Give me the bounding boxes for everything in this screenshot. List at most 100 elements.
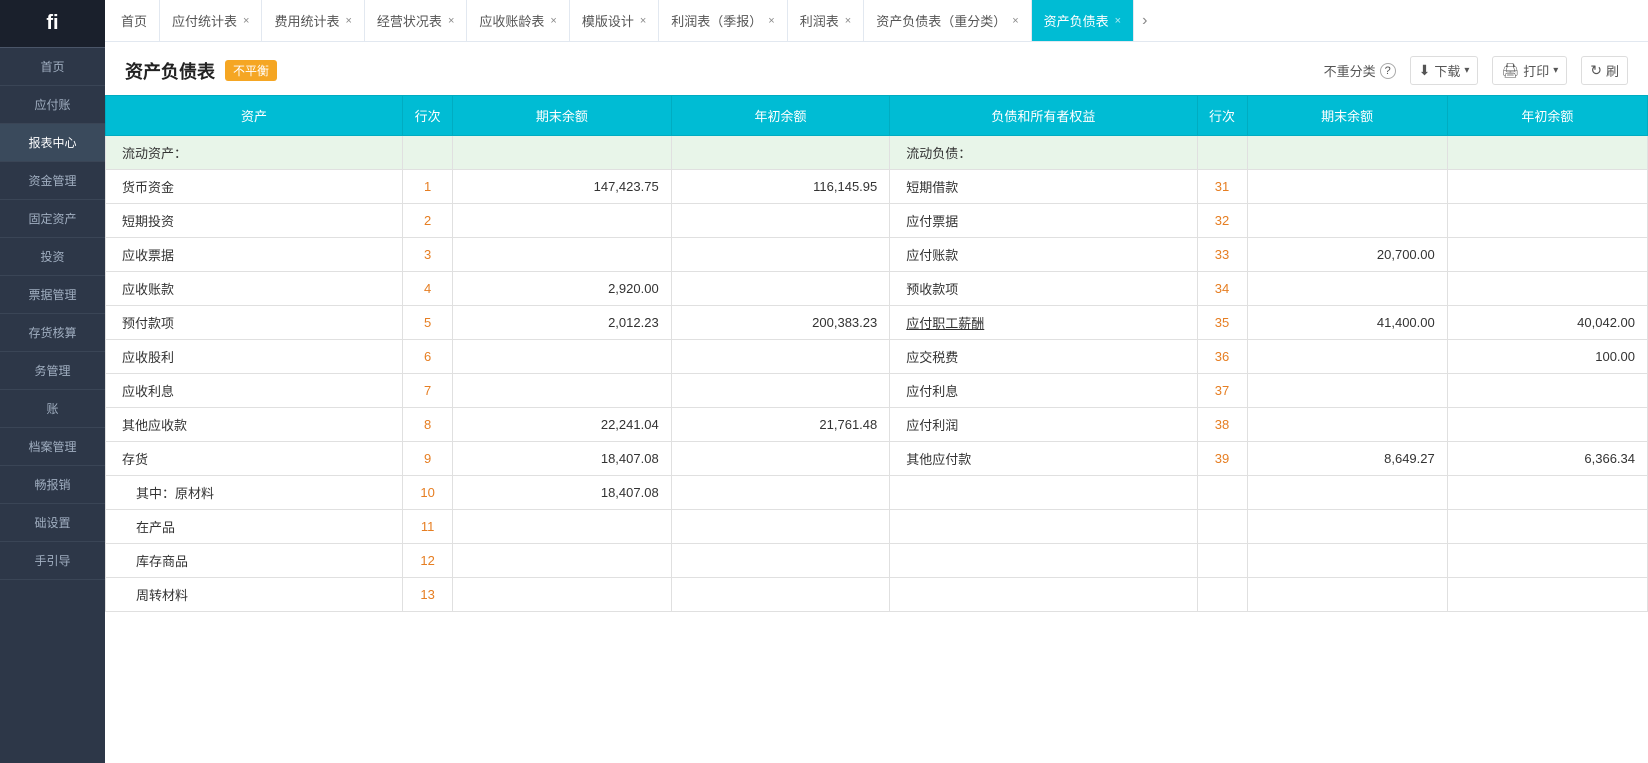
table-row: 应收票据 3 应付账款 33 20,700.00 (106, 238, 1648, 272)
asset-name: 其中：原材料 (106, 476, 403, 510)
liability-end-balance (1247, 374, 1447, 408)
liability-end-balance (1247, 544, 1447, 578)
print-button[interactable]: 🖨 打印 ▾ (1492, 56, 1567, 85)
sidebar-item-invest[interactable]: 投资 (0, 238, 105, 276)
asset-end-balance (453, 238, 672, 272)
asset-begin-balance: 21,761.48 (671, 408, 890, 442)
tab-balance-reclassified-close[interactable]: × (1012, 15, 1018, 27)
section-right-label: 流动负债： (890, 136, 1197, 170)
download-button[interactable]: ⬇ 下载 ▾ (1410, 56, 1479, 85)
tab-home[interactable]: 首页 (109, 0, 160, 42)
tab-payable-stat[interactable]: 应付统计表 × (160, 0, 262, 42)
help-icon[interactable]: ? (1380, 63, 1396, 79)
asset-row-num: 2 (403, 204, 453, 238)
asset-name: 短期投资 (106, 204, 403, 238)
print-icon: 🖨 (1501, 62, 1519, 79)
tab-balance-sheet-close[interactable]: × (1115, 15, 1121, 27)
table-row: 在产品 11 (106, 510, 1648, 544)
table-row: 应收股利 6 应交税费 36 100.00 (106, 340, 1648, 374)
asset-name: 预付款项 (106, 306, 403, 340)
tab-balance-sheet[interactable]: 资产负债表 × (1032, 0, 1134, 42)
liability-name: 应付票据 (890, 204, 1197, 238)
liability-name: 预收款项 (890, 272, 1197, 306)
refresh-icon: ↻ (1590, 62, 1602, 79)
print-label: 打印 (1523, 61, 1549, 80)
tab-balance-reclassified[interactable]: 资产负债表（重分类） × (864, 0, 1031, 42)
asset-row-num: 5 (403, 306, 453, 340)
asset-end-balance (453, 204, 672, 238)
sidebar-item-home[interactable]: 首页 (0, 48, 105, 86)
asset-begin-balance (671, 272, 890, 306)
asset-begin-balance: 116,145.95 (671, 170, 890, 204)
liability-end-balance (1247, 510, 1447, 544)
table-row: 其中：原材料 10 18,407.08 (106, 476, 1648, 510)
tab-profit-quarterly-close[interactable]: × (768, 15, 774, 27)
tab-profit-quarterly[interactable]: 利润表（季报） × (659, 0, 787, 42)
sidebar-item-inventory-calc[interactable]: 存货核算 (0, 314, 105, 352)
asset-name: 应收票据 (106, 238, 403, 272)
liability-begin-balance (1447, 272, 1647, 306)
tab-operation-stat-close[interactable]: × (448, 15, 454, 27)
asset-name: 应收利息 (106, 374, 403, 408)
asset-end-balance: 2,012.23 (453, 306, 672, 340)
liability-begin-balance (1447, 476, 1647, 510)
tab-operation-stat-label: 经营状况表 (377, 11, 442, 30)
tab-profit-label: 利润表 (800, 11, 839, 30)
liability-begin-balance (1447, 374, 1647, 408)
non-classify-option[interactable]: 不重分类 ? (1324, 61, 1396, 80)
sidebar-item-fund-mgmt[interactable]: 资金管理 (0, 162, 105, 200)
sidebar-item-report-center[interactable]: 报表中心 (0, 124, 105, 162)
tab-receivable-aging-close[interactable]: × (550, 15, 556, 27)
asset-row-num: 4 (403, 272, 453, 306)
liability-row-num: 34 (1197, 272, 1247, 306)
report-table: 资产 行次 期末余额 年初余额 负债和所有者权益 行次 期末余额 年初余额 流动… (105, 95, 1648, 612)
print-dropdown-icon: ▾ (1553, 65, 1558, 76)
tab-receivable-aging[interactable]: 应收账龄表 × (467, 0, 569, 42)
tab-profit-close[interactable]: × (845, 15, 851, 27)
table-row: 短期投资 2 应付票据 32 (106, 204, 1648, 238)
asset-name: 库存商品 (106, 544, 403, 578)
table-row: 预付款项 5 2,012.23 200,383.23 应付职工薪酬 35 41,… (106, 306, 1648, 340)
tab-expense-stat[interactable]: 费用统计表 × (262, 0, 364, 42)
liability-end-balance (1247, 272, 1447, 306)
asset-end-balance (453, 578, 672, 612)
tab-operation-stat[interactable]: 经营状况表 × (365, 0, 467, 42)
liability-begin-balance (1447, 578, 1647, 612)
sidebar-item-guide[interactable]: 手引导 (0, 542, 105, 580)
tab-template-design[interactable]: 模版设计 × (570, 0, 659, 42)
tab-scroll-right[interactable]: › (1134, 12, 1155, 30)
sidebar-item-archive-mgmt[interactable]: 档案管理 (0, 428, 105, 466)
main-area: 首页 应付统计表 × 费用统计表 × 经营状况表 × 应收账龄表 × 模版设计 … (105, 0, 1648, 763)
liability-row-num: 39 (1197, 442, 1247, 476)
liability-row-num: 33 (1197, 238, 1247, 272)
liability-begin-balance: 40,042.00 (1447, 306, 1647, 340)
asset-row-num: 11 (403, 510, 453, 544)
sidebar-item-fixed-assets[interactable]: 固定资产 (0, 200, 105, 238)
table-row: 货币资金 1 147,423.75 116,145.95 短期借款 31 (106, 170, 1648, 204)
sidebar-item-basic-settings[interactable]: 础设置 (0, 504, 105, 542)
liability-row-num: 32 (1197, 204, 1247, 238)
col-liability: 负债和所有者权益 (890, 96, 1197, 136)
refresh-button[interactable]: ↻ 刷 (1581, 56, 1628, 85)
liability-row-num (1197, 544, 1247, 578)
liability-begin-balance: 100.00 (1447, 340, 1647, 374)
tab-expense-stat-close[interactable]: × (345, 15, 351, 27)
sidebar-item-bookkeeping[interactable]: 账 (0, 390, 105, 428)
liability-end-balance: 41,400.00 (1247, 306, 1447, 340)
asset-end-balance (453, 544, 672, 578)
sidebar-item-payable[interactable]: 应付账 (0, 86, 105, 124)
liability-row-num: 38 (1197, 408, 1247, 442)
sidebar-item-office-mgmt[interactable]: 务管理 (0, 352, 105, 390)
tab-template-design-close[interactable]: × (640, 15, 646, 27)
sidebar-item-smooth-sales[interactable]: 畅报销 (0, 466, 105, 504)
refresh-label: 刷 (1606, 61, 1619, 80)
tab-profit[interactable]: 利润表 × (788, 0, 864, 42)
tab-receivable-aging-label: 应收账龄表 (479, 11, 544, 30)
asset-begin-balance (671, 544, 890, 578)
download-dropdown-icon: ▾ (1464, 65, 1469, 76)
page-header: 资产负债表 不平衡 不重分类 ? ⬇ 下载 ▾ 🖨 打印 ▾ (105, 42, 1648, 95)
tab-profit-quarterly-label: 利润表（季报） (671, 11, 762, 30)
section-right-end (1247, 136, 1447, 170)
sidebar-item-bill-mgmt[interactable]: 票据管理 (0, 276, 105, 314)
tab-payable-stat-close[interactable]: × (243, 15, 249, 27)
